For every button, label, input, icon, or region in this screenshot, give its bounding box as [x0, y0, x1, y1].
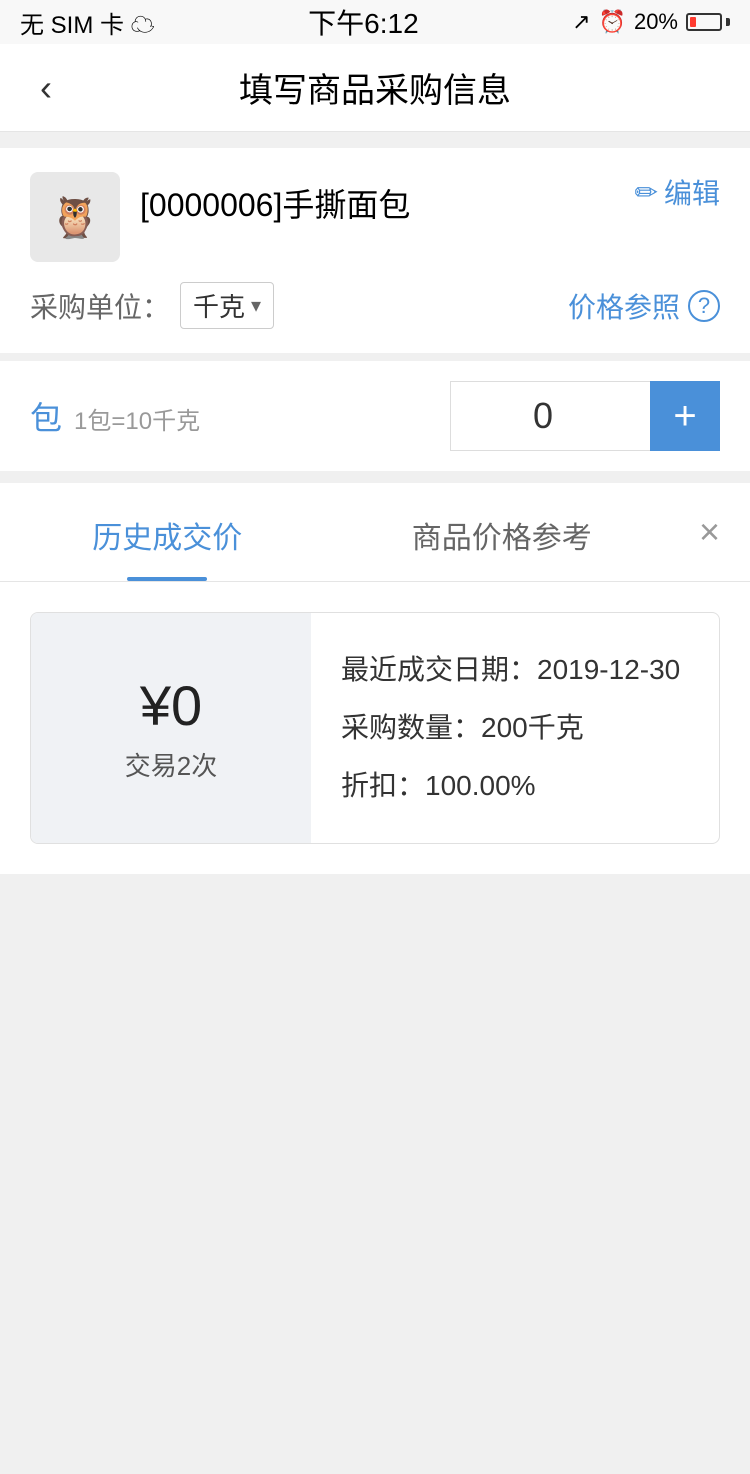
sim-label: 无 SIM 卡 ☁	[20, 5, 155, 40]
battery-percent: 20%	[634, 9, 678, 35]
status-time: 下午6:12	[308, 2, 419, 42]
help-icon: ?	[688, 290, 720, 322]
status-bar: 无 SIM 卡 ☁ 下午6:12 ↗ ⏰ 20%	[0, 0, 750, 44]
price-ref-button[interactable]: 价格参照 ?	[568, 286, 720, 326]
status-left: 无 SIM 卡 ☁	[20, 5, 155, 40]
tab-price-ref[interactable]: 商品价格参考	[334, 483, 668, 581]
product-thumb-icon: 🦉	[50, 194, 100, 241]
qty-unit: 包	[30, 393, 62, 439]
panel-divider	[0, 471, 750, 483]
nav-bar: ‹ 填写商品采购信息	[0, 44, 750, 132]
product-info: 🦉 [0000006]手撕面包	[30, 172, 410, 262]
price-ref-label: 价格参照	[568, 286, 680, 326]
location-icon: ↗	[572, 9, 590, 35]
page-title: 填写商品采购信息	[239, 63, 511, 112]
price-card: ¥0 交易2次 最近成交日期：2019-12-30 采购数量：200千克 折扣：…	[30, 612, 720, 844]
product-thumbnail: 🦉	[30, 172, 120, 262]
purchase-row: 采购单位： 千克 ▾ 价格参照 ?	[30, 282, 720, 329]
qty-input-group: +	[450, 381, 720, 451]
unit-select[interactable]: 千克 ▾	[180, 282, 274, 329]
recent-date-row: 最近成交日期：2019-12-30	[341, 649, 689, 691]
alarm-icon: ⏰	[599, 9, 626, 35]
tab-history-price[interactable]: 历史成交价	[0, 483, 334, 581]
price-left: ¥0 交易2次	[31, 613, 311, 843]
product-header: 🦉 [0000006]手撕面包 ✏ 编辑	[30, 172, 720, 262]
tabs-header: 历史成交价 商品价格参考 ×	[0, 483, 750, 582]
tab-price-ref-label: 商品价格参考	[412, 522, 592, 555]
price-amount: ¥0	[140, 673, 202, 738]
back-button[interactable]: ‹	[30, 57, 62, 119]
product-card: 🦉 [0000006]手撕面包 ✏ 编辑 采购单位： 千克 ▾ 价格参照 ?	[0, 148, 750, 353]
divider-1	[0, 353, 750, 361]
recent-date-label: 最近成交日期：	[341, 654, 537, 685]
discount-label: 折扣：	[341, 770, 425, 801]
qty-conversion: 1包=10千克	[74, 401, 200, 436]
help-label: ?	[698, 293, 710, 319]
purchase-qty-row: 采购数量：200千克	[341, 707, 689, 749]
product-name: [0000006]手撕面包	[140, 180, 410, 226]
unit-value: 千克	[193, 287, 245, 324]
edit-icon: ✏	[635, 176, 658, 209]
qty-input[interactable]	[450, 381, 650, 451]
price-right: 最近成交日期：2019-12-30 采购数量：200千克 折扣：100.00%	[311, 613, 719, 843]
qty-plus-button[interactable]: +	[650, 381, 720, 451]
edit-label: 编辑	[664, 172, 720, 212]
edit-button[interactable]: ✏ 编辑	[635, 172, 720, 212]
main-content	[0, 874, 750, 1474]
status-right: ↗ ⏰ 20%	[572, 9, 730, 35]
purchase-qty-value: 200千克	[481, 712, 584, 743]
recent-date-value: 2019-12-30	[537, 654, 680, 685]
tabs-panel: 历史成交价 商品价格参考 × ¥0 交易2次 最近成交日期：2019-12-30…	[0, 483, 750, 874]
price-count: 交易2次	[125, 746, 217, 783]
discount-value: 100.00%	[425, 770, 536, 801]
quantity-row: 包 1包=10千克 +	[0, 361, 750, 471]
price-cards: ¥0 交易2次 最近成交日期：2019-12-30 采购数量：200千克 折扣：…	[0, 582, 750, 874]
tab-close-button[interactable]: ×	[669, 491, 750, 573]
battery-icon	[686, 13, 730, 31]
tab-history-price-label: 历史成交价	[92, 522, 242, 555]
dropdown-arrow-icon: ▾	[251, 293, 261, 318]
purchase-qty-label: 采购数量：	[341, 712, 481, 743]
purchase-unit-label: 采购单位：	[30, 286, 170, 326]
qty-label: 包 1包=10千克	[30, 393, 200, 439]
discount-row: 折扣：100.00%	[341, 765, 689, 807]
